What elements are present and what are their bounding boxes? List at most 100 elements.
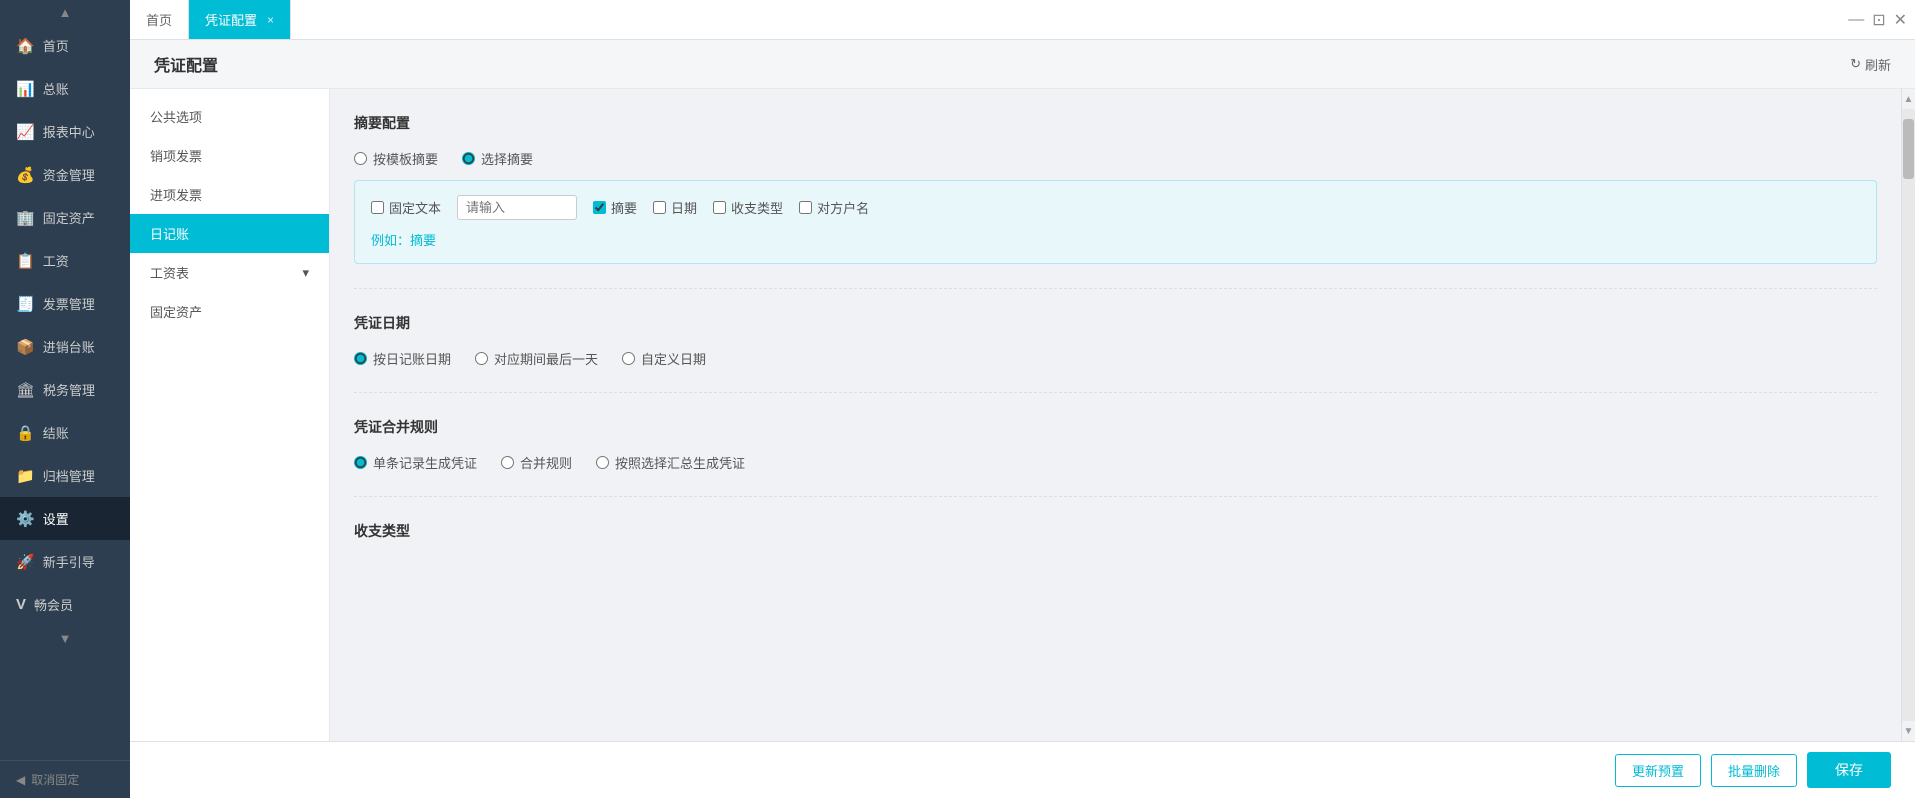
checkbox-options-area: 固定文本 摘要 日期 [354, 180, 1877, 264]
page-header: 凭证配置 ↻ 刷新 [130, 40, 1915, 89]
batch-delete-button[interactable]: 批量删除 [1711, 754, 1797, 787]
sidebar-item-reports[interactable]: 📈 报表中心 [0, 110, 130, 153]
radio-summary-generate-label: 按照选择汇总生成凭证 [615, 453, 745, 472]
window-close-button[interactable]: ✕ [1894, 10, 1907, 30]
scrollbar[interactable]: ▲ ▼ [1901, 89, 1915, 741]
window-minimize-button[interactable]: — [1848, 11, 1864, 29]
radio-template-summary[interactable]: 按模板摘要 [354, 149, 438, 168]
left-nav-sales[interactable]: 销项发票 [130, 136, 329, 175]
sidebar-item-ledger[interactable]: 📊 总账 [0, 67, 130, 110]
income-type-section: 收支类型 [354, 521, 1877, 581]
content-body: 公共选项 销项发票 进项发票 日记账 工资表 ▾ 固定资产 [130, 89, 1915, 741]
scroll-down-arrow[interactable]: ▼ [1902, 721, 1915, 741]
left-nav-journal-label: 日记账 [150, 224, 189, 243]
sidebar-item-tax-label: 税务管理 [43, 380, 95, 399]
radio-custom-date[interactable]: 自定义日期 [622, 349, 706, 368]
radio-by-journal-date-label: 按日记账日期 [373, 349, 451, 368]
refresh-button[interactable]: ↻ 刷新 [1850, 55, 1891, 74]
left-nav-fixed-assets[interactable]: 固定资产 [130, 292, 329, 331]
radio-by-journal-date-input[interactable] [354, 352, 367, 365]
income-type-title: 收支类型 [354, 521, 1877, 541]
radio-single-record[interactable]: 单条记录生成凭证 [354, 453, 477, 472]
main-area: 首页 凭证配置 × — ⊡ ✕ 凭证配置 ↻ 刷新 公共选项 [130, 0, 1915, 798]
radio-last-day-input[interactable] [475, 352, 488, 365]
voucher-date-radio-group: 按日记账日期 对应期间最后一天 自定义日期 [354, 349, 1877, 368]
sidebar-item-settings-label: 设置 [43, 509, 69, 528]
radio-custom-date-input[interactable] [622, 352, 635, 365]
radio-summary-generate[interactable]: 按照选择汇总生成凭证 [596, 453, 745, 472]
sidebar-item-assets[interactable]: 🏢 固定资产 [0, 196, 130, 239]
guide-icon: 🚀 [16, 553, 35, 571]
sidebar-item-funds[interactable]: 💰 资金管理 [0, 153, 130, 196]
sidebar-item-tax[interactable]: 🏛 税务管理 [0, 368, 130, 411]
radio-last-day-label: 对应期间最后一天 [494, 349, 598, 368]
close-ledger-icon: 🔒 [16, 424, 35, 442]
radio-template-summary-input[interactable] [354, 152, 367, 165]
left-nav-purchase-label: 进项发票 [150, 185, 202, 204]
radio-summary-generate-input[interactable] [596, 456, 609, 469]
home-icon: 🏠 [16, 37, 35, 55]
sidebar-item-close[interactable]: 🔒 结账 [0, 411, 130, 454]
radio-merge-rules[interactable]: 合并规则 [501, 453, 572, 472]
checkbox-row: 固定文本 摘要 日期 [371, 195, 1860, 220]
scroll-track[interactable] [1902, 109, 1915, 721]
sidebar-item-guide[interactable]: 🚀 新手引导 [0, 540, 130, 583]
tab-voucher-config[interactable]: 凭证配置 × [189, 0, 291, 39]
right-content: 摘要配置 按模板摘要 选择摘要 [330, 89, 1901, 741]
checkbox-summary[interactable]: 摘要 [593, 198, 637, 217]
tab-home[interactable]: 首页 [130, 0, 189, 39]
sidebar-item-purchase[interactable]: 📦 进销台账 [0, 325, 130, 368]
sidebar-item-vip[interactable]: V 畅会员 [0, 583, 130, 626]
sidebar-item-settings[interactable]: ⚙️ 设置 [0, 497, 130, 540]
radio-single-record-input[interactable] [354, 456, 367, 469]
radio-by-journal-date[interactable]: 按日记账日期 [354, 349, 451, 368]
checkbox-date[interactable]: 日期 [653, 198, 697, 217]
radio-merge-rules-input[interactable] [501, 456, 514, 469]
checkbox-summary-input[interactable] [593, 201, 606, 214]
sidebar-item-reports-label: 报表中心 [43, 122, 95, 141]
scroll-thumb[interactable] [1903, 119, 1914, 179]
fixed-text-input[interactable] [457, 195, 577, 220]
refresh-label: 刷新 [1865, 55, 1891, 74]
checkbox-income-type-label: 收支类型 [731, 198, 783, 217]
sidebar-item-funds-label: 资金管理 [43, 165, 95, 184]
tab-close-icon[interactable]: × [267, 13, 274, 27]
bottom-bar: 更新预置 批量删除 保存 [130, 741, 1915, 798]
merge-rules-section: 凭证合并规则 单条记录生成凭证 合并规则 按照选择汇总生成凭证 [354, 417, 1877, 497]
radio-custom-date-label: 自定义日期 [641, 349, 706, 368]
window-restore-button[interactable]: ⊡ [1872, 10, 1885, 30]
sidebar-item-invoice[interactable]: 🧾 发票管理 [0, 282, 130, 325]
cancel-pin-button[interactable]: ◀ 取消固定 [0, 760, 130, 798]
left-nav: 公共选项 销项发票 进项发票 日记账 工资表 ▾ 固定资产 [130, 89, 330, 741]
checkbox-counterparty-label: 对方户名 [817, 198, 869, 217]
sidebar-item-payroll[interactable]: 📋 工资 [0, 239, 130, 282]
left-nav-payroll-table-label: 工资表 [150, 263, 189, 282]
checkbox-summary-label: 摘要 [611, 198, 637, 217]
sidebar-item-vip-label: 畅会员 [34, 595, 73, 614]
checkbox-fixed-text-input[interactable] [371, 201, 384, 214]
radio-choose-summary-input[interactable] [462, 152, 475, 165]
left-nav-purchase[interactable]: 进项发票 [130, 175, 329, 214]
sidebar-item-home[interactable]: 🏠 首页 [0, 24, 130, 67]
pin-icon: ◀ [16, 773, 25, 787]
checkbox-counterparty-input[interactable] [799, 201, 812, 214]
update-preview-button[interactable]: 更新预置 [1615, 754, 1701, 787]
sidebar-item-archive[interactable]: 📁 归档管理 [0, 454, 130, 497]
sidebar-item-assets-label: 固定资产 [43, 208, 95, 227]
left-nav-public[interactable]: 公共选项 [130, 97, 329, 136]
radio-last-day[interactable]: 对应期间最后一天 [475, 349, 598, 368]
radio-choose-summary[interactable]: 选择摘要 [462, 149, 533, 168]
checkbox-fixed-text[interactable]: 固定文本 [371, 198, 441, 217]
left-nav-journal[interactable]: 日记账 [130, 214, 329, 253]
checkbox-income-type-input[interactable] [713, 201, 726, 214]
example-label: 例如：摘要 [371, 233, 436, 248]
checkbox-counterparty[interactable]: 对方户名 [799, 198, 869, 217]
checkbox-income-type[interactable]: 收支类型 [713, 198, 783, 217]
example-text: 例如：摘要 [371, 230, 1860, 249]
scroll-up-arrow[interactable]: ▲ [1902, 89, 1915, 109]
save-button[interactable]: 保存 [1807, 752, 1891, 788]
checkbox-date-input[interactable] [653, 201, 666, 214]
left-nav-payroll-table[interactable]: 工资表 ▾ [130, 253, 329, 292]
sidebar-scroll-down[interactable]: ▼ [0, 626, 130, 650]
sidebar-scroll-up[interactable]: ▲ [0, 0, 130, 24]
